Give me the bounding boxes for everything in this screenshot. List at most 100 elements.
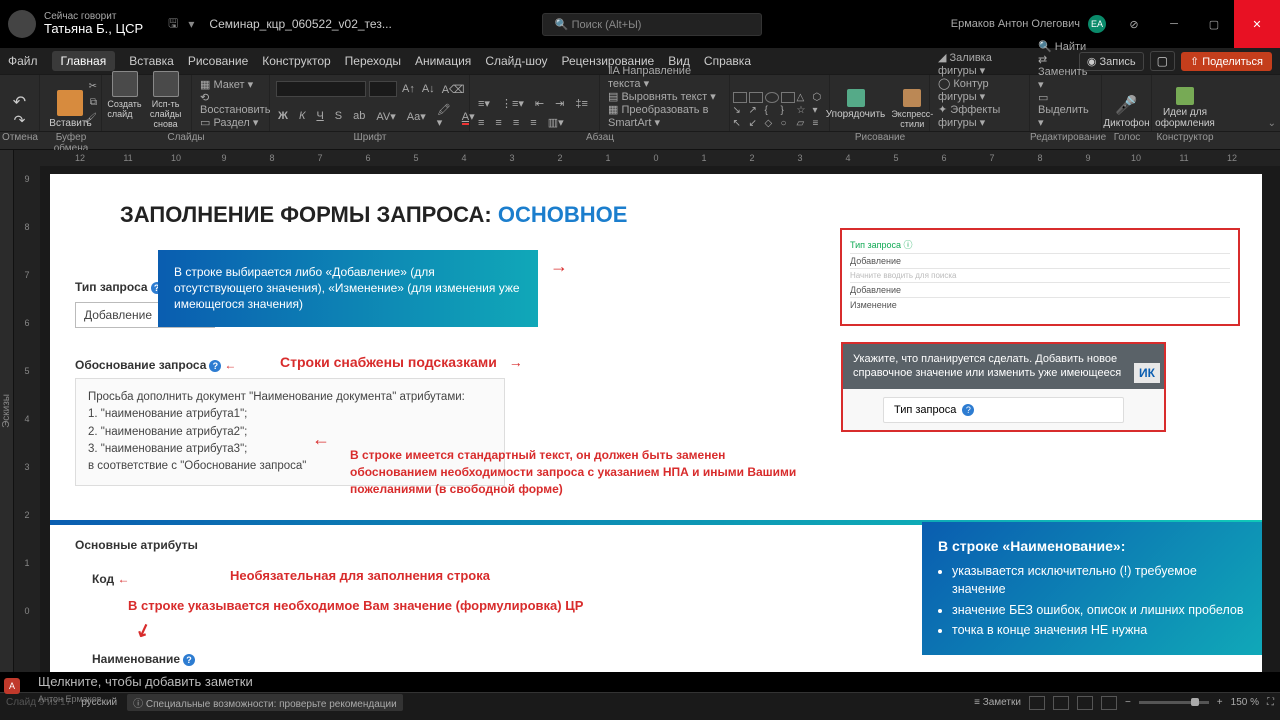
user-avatar[interactable]: ЕА [1088,15,1106,33]
shapes-gallery[interactable]: △⬡ ↘↗{}☆▾ ↖↙◇○▱≡ [733,92,827,129]
smartart-button[interactable]: ▦ Преобразовать в SmartArt ▾ [606,103,723,129]
zoom-level[interactable]: 150 % [1231,697,1259,708]
zoom-slider[interactable] [1139,701,1209,704]
hint-text: Строки снабжены подсказками → [280,354,523,370]
select-button[interactable]: ▭ Выделить ▾ [1036,91,1095,129]
mk-badge: ИК [1134,363,1160,383]
align-center-icon[interactable]: ≡ [493,117,503,129]
section-button[interactable]: ▭ Раздел ▾ [198,116,260,129]
speaker-info: Сейчас говорит Татьяна Б., ЦСР [44,11,143,36]
speaker-name: Татьяна Б., ЦСР [44,22,143,36]
bullets-icon[interactable]: ≡▾ [476,97,492,110]
arrow-icon: → [550,256,568,277]
shape-effects-button[interactable]: ✦ Эффекты фигуры ▾ [936,103,1023,129]
align-left-icon[interactable]: ≡ [476,117,486,129]
callout-blue-1: В строке выбирается либо «Добавление» (д… [158,250,538,327]
replace-button[interactable]: ⇄ Заменить ▾ [1036,53,1095,91]
tab-transitions[interactable]: Переходы [345,54,401,68]
format-painter-icon[interactable]: 🖌 [84,113,97,124]
tab-slideshow[interactable]: Слайд-шоу [485,54,547,68]
tooltip-field: Тип запроса ? [883,397,1124,423]
shape-fill-button[interactable]: ◢ Заливка фигуры ▾ [936,51,1023,77]
optional-note: Необязательная для заполнения строка [230,568,490,583]
numbering-icon[interactable]: ⋮≡▾ [499,97,526,110]
indent-right-icon[interactable]: ⇥ [553,97,566,110]
notes-pane[interactable]: Щелкните, чтобы добавить заметки [0,672,1280,692]
text-direction-button[interactable]: ‖A Направление текста ▾ [606,65,723,90]
line-spacing-icon[interactable]: ‡≡ [573,98,590,110]
copy-icon[interactable]: ⧉ [90,97,97,108]
spacing-icon[interactable]: AV▾ [374,110,397,123]
normal-view-icon[interactable] [1029,696,1045,710]
reuse-slides-button[interactable]: Исп-ть слайды снова [146,71,186,129]
ribbon: ↶ ↷ Вставить ✂ ⧉ 🖌 Создать слайд Исп-ть … [0,74,1280,132]
tab-animation[interactable]: Анимация [415,54,471,68]
ruler-vertical: 9876543210 [14,166,40,672]
strike-icon[interactable]: S [333,110,344,122]
present-icon[interactable]: ▢ [1150,51,1175,71]
justify-icon[interactable]: ≡ [528,117,538,129]
meeting-icon[interactable]: ⊘ [1114,10,1154,38]
search-input[interactable]: 🔍 Поиск (Alt+Ы) [542,13,763,36]
zoom-in-icon[interactable]: + [1217,697,1223,708]
close-button[interactable]: ✕ [1234,0,1280,48]
dropdown-icon[interactable]: ▾ [188,17,194,31]
design-ideas-button[interactable]: Идеи для оформления [1155,87,1215,129]
arrange-button[interactable]: Упорядочить [826,89,886,129]
notes-toggle[interactable]: ≡ Заметки [974,697,1021,708]
highlight-icon[interactable]: 🖍▾ [435,103,453,129]
tab-draw[interactable]: Рисование [188,54,248,68]
autosave-icon[interactable]: 🖫 [168,14,178,35]
reading-view-icon[interactable] [1077,696,1093,710]
label-reason: Обоснование запроса?← [75,358,236,372]
sorter-view-icon[interactable] [1053,696,1069,710]
document-title[interactable]: Семинар_кцр_060522_v02_тез... [209,17,391,31]
undo-button[interactable]: ↶ [13,92,26,112]
underline-icon[interactable]: Ч [314,110,325,122]
quick-styles-button[interactable]: Экспресс-стили [891,89,933,129]
decrease-font-icon[interactable]: A↓ [420,83,437,95]
font-size-input[interactable] [369,81,397,97]
italic-icon[interactable]: К [297,110,307,122]
red-note-1: В строке имеется стандартный текст, он д… [350,447,800,497]
search-placeholder: Поиск (Alt+Ы) [572,19,642,31]
slide-canvas[interactable]: ЗАПОЛНЕНИЕ ФОРМЫ ЗАПРОСА: ОСНОВНОЕ Тип з… [50,174,1262,672]
thumbnails-collapsed[interactable]: Эскизы [0,150,14,672]
tab-home[interactable]: Главная [52,51,116,71]
columns-icon[interactable]: ▥▾ [546,116,566,129]
tab-file[interactable]: Файл [8,54,38,68]
reset-button[interactable]: ⟲ Восстановить [198,91,272,116]
tooltip-preview-box: Укажите, что планируется сделать. Добави… [841,342,1166,432]
clear-format-icon[interactable]: A⌫ [440,83,467,96]
slideshow-view-icon[interactable] [1101,696,1117,710]
indent-left-icon[interactable]: ⇤ [533,97,546,110]
slide-title: ЗАПОЛНЕНИЕ ФОРМЫ ЗАПРОСА: ОСНОВНОЕ [120,202,627,228]
arrow-icon: ← [312,429,330,450]
share-button[interactable]: ⇧ Поделиться [1181,52,1272,71]
maximize-button[interactable]: ▢ [1194,10,1234,38]
align-text-button[interactable]: ▤ Выровнять текст ▾ [606,90,718,103]
redo-button[interactable]: ↷ [14,112,26,129]
form-preview-box: Тип запроса ⓘ Добавление Начните вводить… [840,228,1240,326]
tab-design[interactable]: Конструктор [262,54,330,68]
speaker-avatar [8,10,36,38]
zoom-out-icon[interactable]: − [1125,697,1131,708]
increase-font-icon[interactable]: A↑ [400,83,417,95]
shape-outline-button[interactable]: ◯ Контур фигуры ▾ [936,77,1023,103]
bold-icon[interactable]: Ж [276,110,290,122]
label-request-type: Тип запроса? [75,280,163,294]
dictate-button[interactable]: 🎤Диктофон [1103,95,1149,129]
find-button[interactable]: 🔍 Найти [1036,40,1088,53]
collapse-ribbon-icon[interactable]: ⌄ [1268,118,1276,129]
accessibility-button[interactable]: ⓘ Специальные возможности: проверьте рек… [127,694,403,711]
new-slide-button[interactable]: Создать слайд [107,71,141,129]
fit-window-icon[interactable]: ⛶ [1267,697,1274,708]
shadow-icon[interactable]: ab [351,110,367,122]
case-icon[interactable]: Aa▾ [405,110,428,123]
cut-icon[interactable]: ✂ [89,81,97,92]
tab-insert[interactable]: Вставка [129,54,174,68]
font-family-input[interactable] [276,81,366,97]
align-right-icon[interactable]: ≡ [511,117,521,129]
layout-button[interactable]: ▦ Макет ▾ [198,78,255,91]
minimize-button[interactable]: ─ [1154,10,1194,38]
